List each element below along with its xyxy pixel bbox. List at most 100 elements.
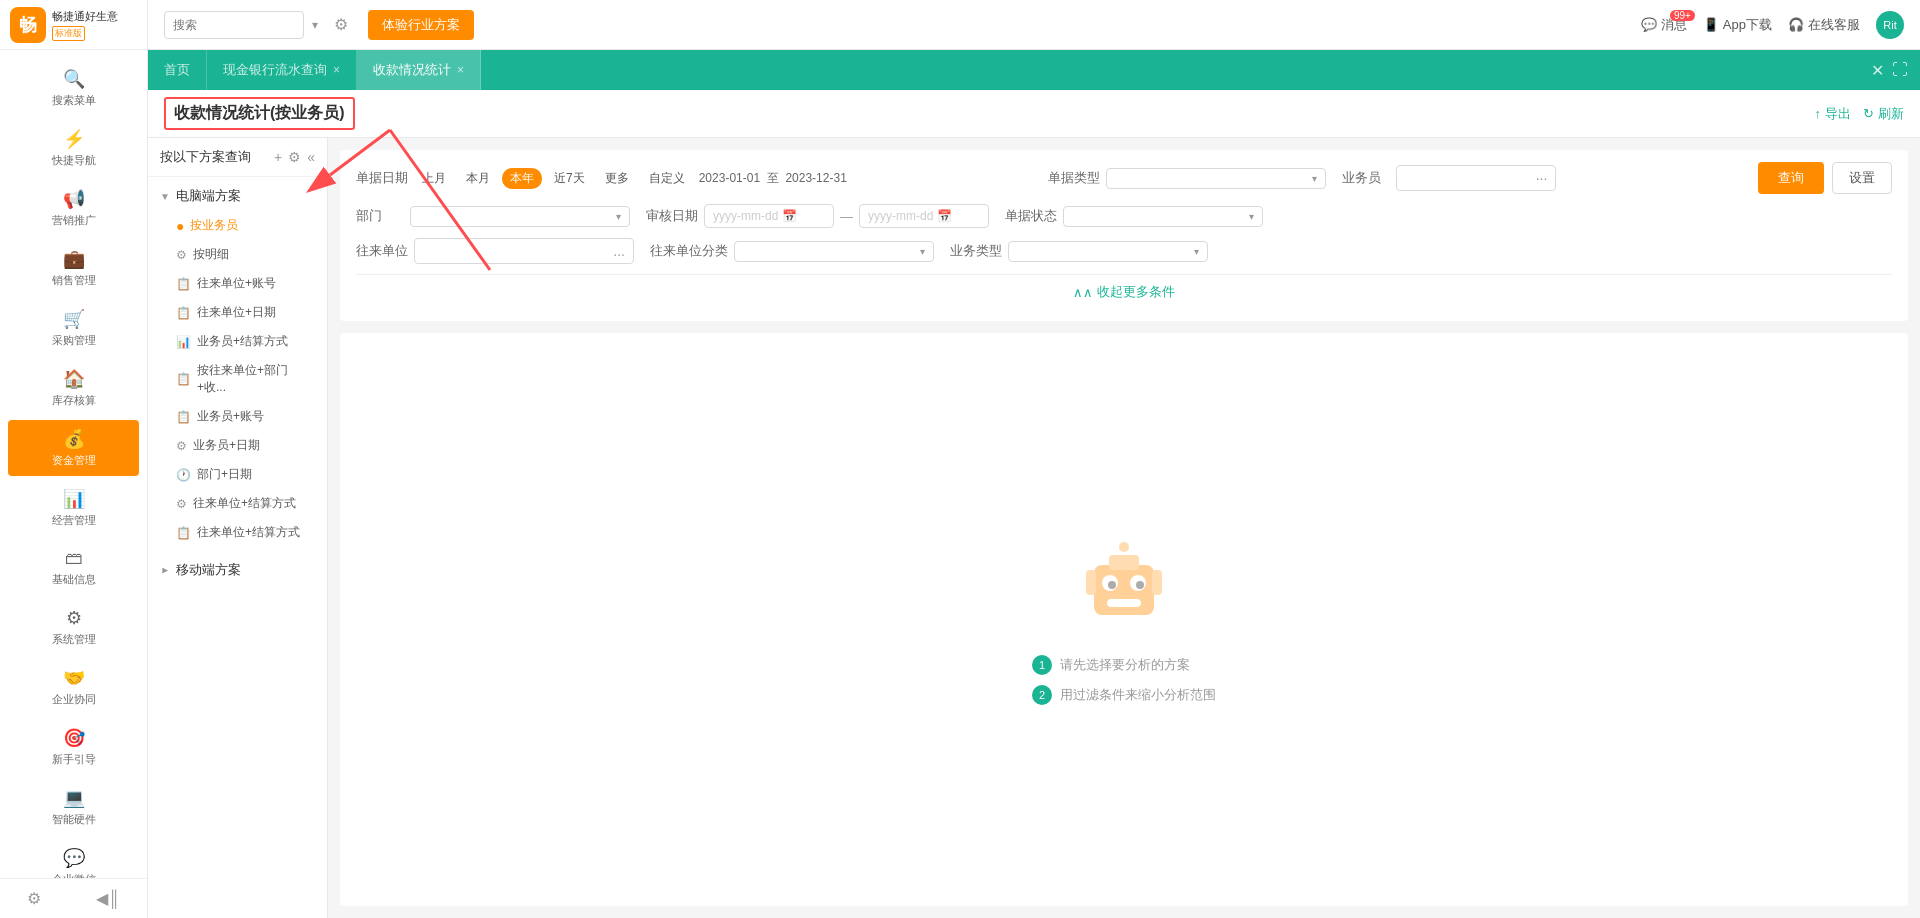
- salesman-date-icon: ⚙: [176, 439, 187, 453]
- topbar-gear-icon[interactable]: ⚙: [334, 15, 348, 34]
- message-button[interactable]: 💬 消息 99+: [1641, 16, 1687, 34]
- salesman-more-icon[interactable]: ···: [1536, 170, 1548, 186]
- doc-type-arrow-icon: ▾: [1312, 173, 1317, 184]
- date-tab-prev-month[interactable]: 上月: [414, 168, 454, 189]
- review-date-to[interactable]: yyyy-mm-dd 📅: [859, 204, 989, 228]
- scheme-item-supplier-dept[interactable]: 📋 按往来单位+部门+收...: [148, 356, 327, 402]
- system-icon: ⚙: [66, 607, 82, 629]
- tab-home[interactable]: 首页: [148, 50, 207, 90]
- collapse-more-icon: ∧∧: [1073, 285, 1093, 300]
- tabbar-right: ✕ ⛶: [1871, 50, 1920, 90]
- sidebar-item-enterprise[interactable]: 🤝 企业协同: [0, 657, 147, 717]
- filter-area: 单据日期 上月 本月 本年 近7天 更多 自定义 2023-01-01: [340, 150, 1908, 321]
- empty-tip-1: 1 请先选择要分析的方案: [1032, 655, 1216, 675]
- sidebar-settings-icon[interactable]: ⚙: [27, 889, 41, 908]
- svg-point-2: [1119, 542, 1129, 552]
- scheme-item-dept-date[interactable]: 🕐 部门+日期: [148, 460, 327, 489]
- set-button[interactable]: 设置: [1832, 162, 1892, 194]
- sidebar-item-inventory[interactable]: 🏠 库存核算: [0, 358, 147, 418]
- mobile-scheme-header[interactable]: ▼ 移动端方案: [148, 555, 327, 585]
- trial-button[interactable]: 体验行业方案: [368, 10, 474, 40]
- dept-date-icon: 🕐: [176, 468, 191, 482]
- counterpart-filter: 往来单位 ...: [356, 238, 634, 264]
- body-layout: 按以下方案查询 + ⚙ « ▼ 电脑端方案 ●: [148, 138, 1920, 918]
- scheme-item-salesman-date[interactable]: ⚙ 业务员+日期: [148, 431, 327, 460]
- desktop-scheme-header[interactable]: ▼ 电脑端方案: [148, 181, 327, 211]
- date-tab-this-month[interactable]: 本月: [458, 168, 498, 189]
- search-input[interactable]: [164, 11, 304, 39]
- scheme-item-supplier-account[interactable]: 📋 往来单位+账号: [148, 269, 327, 298]
- empty-state: 1 请先选择要分析的方案 2 用过滤条件来缩小分析范围: [340, 333, 1908, 906]
- date-tab-more[interactable]: 更多: [597, 168, 637, 189]
- scheme-settings-icon[interactable]: ⚙: [288, 149, 301, 165]
- sidebar-item-sales[interactable]: 💼 销售管理: [0, 238, 147, 298]
- dept-select[interactable]: ▾: [410, 206, 630, 227]
- sidebar-item-marketing[interactable]: 📢 营销推广: [0, 178, 147, 238]
- sidebar-item-hardware[interactable]: 💻 智能硬件: [0, 777, 147, 837]
- scheme-item-by-salesman[interactable]: ● 按业务员: [148, 211, 327, 240]
- svg-rect-0: [1094, 565, 1154, 615]
- counterpart-select[interactable]: ...: [414, 238, 634, 264]
- left-panel-collapse-icon[interactable]: «: [307, 149, 315, 165]
- sidebar-item-guide[interactable]: 🎯 新手引导: [0, 717, 147, 777]
- date-tab-custom[interactable]: 自定义: [641, 168, 693, 189]
- doc-type-select[interactable]: ▾: [1106, 168, 1326, 189]
- sidebar-item-search[interactable]: 🔍 搜索菜单: [0, 58, 147, 118]
- doc-status-arrow-icon: ▾: [1249, 211, 1254, 222]
- sidebar-item-system[interactable]: ⚙ 系统管理: [0, 597, 147, 657]
- tabbar: 首页 现金银行流水查询 × 收款情况统计 × ✕ ⛶: [148, 50, 1920, 90]
- doc-status-select[interactable]: ▾: [1063, 206, 1263, 227]
- tab-bank-close-icon[interactable]: ×: [333, 63, 340, 77]
- by-detail-icon: ⚙: [176, 248, 187, 262]
- date-tab-last7[interactable]: 近7天: [546, 168, 593, 189]
- close-window-icon[interactable]: ✕: [1871, 61, 1884, 80]
- scheme-item-by-detail[interactable]: ⚙ 按明细: [148, 240, 327, 269]
- sidebar-nav: 🔍 搜索菜单 ⚡ 快捷导航 📢 营销推广 💼 销售管理 🛒 采购管理 🏠 库存核…: [0, 50, 147, 878]
- date-tab-this-year[interactable]: 本年: [502, 168, 542, 189]
- tab-receipt[interactable]: 收款情况统计 ×: [357, 50, 481, 90]
- sidebar-item-basic[interactable]: 🗃 基础信息: [0, 538, 147, 597]
- review-date-from[interactable]: yyyy-mm-dd 📅: [704, 204, 834, 228]
- sidebar-item-quicknav[interactable]: ⚡ 快捷导航: [0, 118, 147, 178]
- sidebar-item-purchase[interactable]: 🛒 采购管理: [0, 298, 147, 358]
- sidebar-item-finance[interactable]: 💰 资金管理: [8, 420, 139, 476]
- scheme-item-supplier-settle2[interactable]: 📋 往来单位+结算方式: [148, 518, 327, 547]
- main-content: ▾ ⚙ 体验行业方案 💬 消息 99+ 📱 App下载 🎧 在线客服 Rit: [148, 0, 1920, 918]
- collapse-more-button[interactable]: ∧∧ 收起更多条件: [356, 274, 1892, 309]
- scheme-item-supplier-date[interactable]: 📋 往来单位+日期: [148, 298, 327, 327]
- page-title: 收款情况统计(按业务员): [164, 97, 355, 130]
- operations-icon: 📊: [63, 488, 85, 510]
- scheme-item-supplier-settle1[interactable]: ⚙ 往来单位+结算方式: [148, 489, 327, 518]
- search-icon: 🔍: [63, 68, 85, 90]
- export-button[interactable]: ↑ 导出: [1815, 105, 1852, 123]
- salesman-settle-icon: 📊: [176, 335, 191, 349]
- user-avatar[interactable]: Rit: [1876, 11, 1904, 39]
- business-type-select[interactable]: ▾: [1008, 241, 1208, 262]
- marketing-icon: 📢: [63, 188, 85, 210]
- counterpart-category-select[interactable]: ▾: [734, 241, 934, 262]
- sidebar-item-operations[interactable]: 📊 经营管理: [0, 478, 147, 538]
- refresh-button[interactable]: ↻ 刷新: [1863, 105, 1904, 123]
- scheme-item-salesman-account[interactable]: 📋 业务员+账号: [148, 402, 327, 431]
- mobile-scheme-group: ▼ 移动端方案: [148, 551, 327, 589]
- empty-tips: 1 请先选择要分析的方案 2 用过滤条件来缩小分析范围: [1032, 655, 1216, 705]
- supplier-settle2-icon: 📋: [176, 526, 191, 540]
- dropdown-arrow-icon[interactable]: ▾: [312, 18, 318, 32]
- query-button[interactable]: 查询: [1758, 162, 1824, 194]
- counterpart-more-icon[interactable]: ...: [613, 243, 625, 259]
- basic-icon: 🗃: [65, 548, 83, 569]
- enterprise-icon: 🤝: [63, 667, 85, 689]
- tab-receipt-close-icon[interactable]: ×: [457, 63, 464, 77]
- inventory-icon: 🏠: [63, 368, 85, 390]
- sidebar-item-wechat[interactable]: 💬 企业微信: [0, 837, 147, 878]
- online-service-button[interactable]: 🎧 在线客服: [1788, 16, 1860, 34]
- tab-bank[interactable]: 现金银行流水查询 ×: [207, 50, 357, 90]
- maximize-icon[interactable]: ⛶: [1892, 61, 1908, 79]
- content-area: 收款情况统计(按业务员) ↑ 导出 ↻ 刷新 按以下方案查询 +: [148, 90, 1920, 918]
- add-scheme-icon[interactable]: +: [274, 149, 282, 165]
- scheme-item-salesman-settle[interactable]: 📊 业务员+结算方式: [148, 327, 327, 356]
- app-download-button[interactable]: 📱 App下载: [1703, 16, 1772, 34]
- salesman-select[interactable]: ···: [1396, 165, 1556, 191]
- sidebar: 畅 畅捷通好生意 标准版 🔍 搜索菜单 ⚡ 快捷导航 📢 营销推广 💼 销售管理…: [0, 0, 148, 918]
- sidebar-collapse-icon[interactable]: ◀║: [96, 889, 119, 908]
